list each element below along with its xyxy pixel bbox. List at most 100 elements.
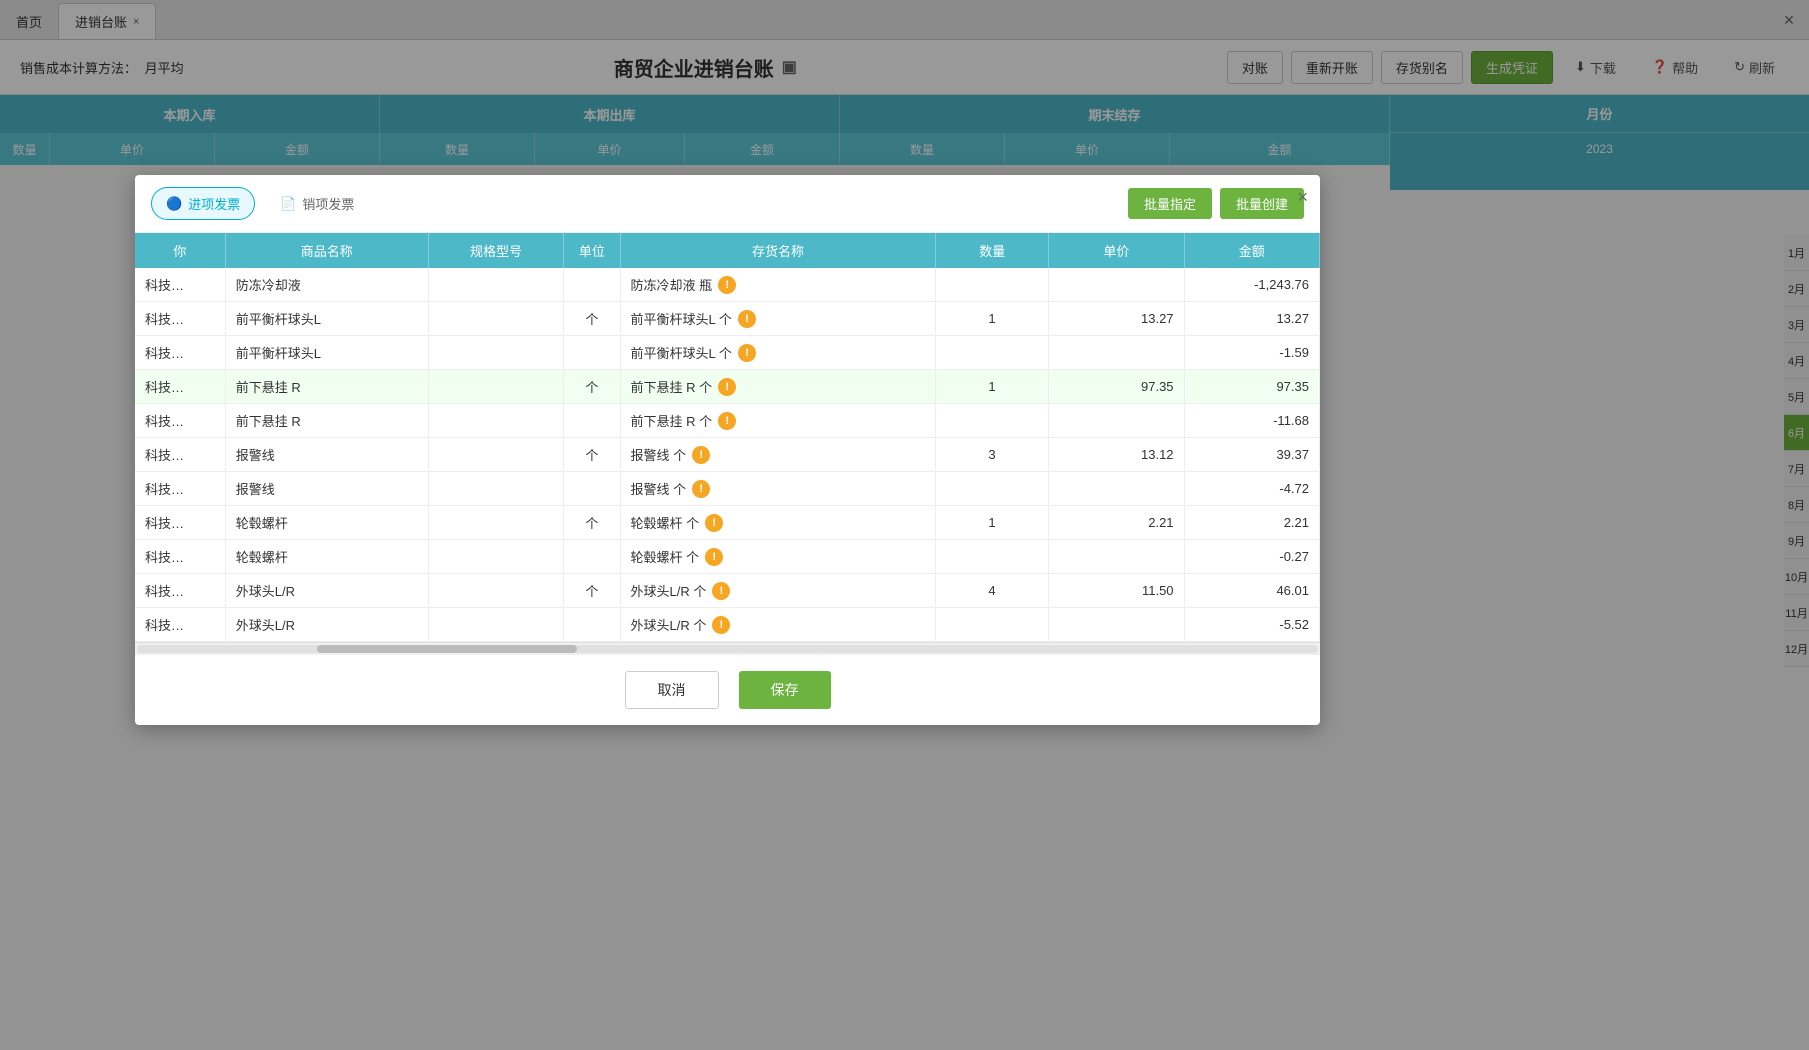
table-cell: 2.21: [1184, 506, 1319, 540]
table-cell: [564, 608, 620, 642]
table-cell: 轮毂螺杆: [225, 506, 428, 540]
inventory-name-cell: 轮毂螺杆 个!: [621, 506, 936, 539]
table-cell: [428, 370, 563, 404]
table-cell: 报警线: [225, 438, 428, 472]
table-cell: [428, 506, 563, 540]
th-amount: 金额: [1184, 233, 1319, 268]
table-cell: -0.27: [1184, 540, 1319, 574]
table-row: 科技…前平衡杆球头L前平衡杆球头L 个!-1.59: [135, 336, 1320, 370]
th-quantity: 数量: [936, 233, 1049, 268]
table-cell: 轮毂螺杆: [225, 540, 428, 574]
inventory-name-cell: 防冻冷却液 瓶!: [621, 268, 936, 301]
table-row: 科技…报警线个报警线 个!313.1239.37: [135, 438, 1320, 472]
table-row: 科技…外球头L/R外球头L/R 个!-5.52: [135, 608, 1320, 642]
table-cell: 科技…: [135, 574, 225, 608]
table-cell: [1049, 268, 1184, 302]
warning-icon: !: [718, 412, 736, 430]
table-cell: [428, 540, 563, 574]
table-cell: -4.72: [1184, 472, 1319, 506]
table-cell: 39.37: [1184, 438, 1319, 472]
table-cell: 个: [564, 302, 620, 336]
save-button[interactable]: 保存: [739, 671, 831, 709]
modal-header: 🔵 进项发票 📄 销项发票 批量指定 批量创建 ×: [135, 175, 1320, 233]
table-cell: [1049, 472, 1184, 506]
table-cell: -1,243.76: [1184, 268, 1319, 302]
table-cell: 科技…: [135, 438, 225, 472]
table-cell: 3: [936, 438, 1049, 472]
table-cell: 前平衡杆球头L: [225, 302, 428, 336]
table-cell: [564, 404, 620, 438]
th-product-name: 商品名称: [225, 233, 428, 268]
inventory-name-cell: 前下悬挂 R 个!: [621, 404, 936, 437]
table-cell: 科技…: [135, 506, 225, 540]
table-cell: 1: [936, 302, 1049, 336]
table-cell: 13.27: [1184, 302, 1319, 336]
batch-create-button[interactable]: 批量创建: [1220, 188, 1304, 219]
tab-purchase-invoice[interactable]: 🔵 进项发票: [151, 187, 255, 220]
table-header-row: 你 商品名称 规格型号 单位 存货名称 数量 单价 金额: [135, 233, 1320, 268]
table-cell: 外球头L/R: [225, 608, 428, 642]
cancel-button[interactable]: 取消: [625, 671, 719, 709]
th-company: 你: [135, 233, 225, 268]
purchase-invoice-icon: 🔵: [166, 196, 182, 212]
table-row: 科技…外球头L/R个外球头L/R 个!411.5046.01: [135, 574, 1320, 608]
warning-icon: !: [738, 310, 756, 328]
table-cell: 个: [564, 506, 620, 540]
table-cell: [428, 268, 563, 302]
table-cell: 2.21: [1049, 506, 1184, 540]
table-cell: [1049, 540, 1184, 574]
table-cell: 个: [564, 574, 620, 608]
inventory-name-cell: 前平衡杆球头L 个!: [621, 302, 936, 335]
table-row: 科技…防冻冷却液防冻冷却液 瓶!-1,243.76: [135, 268, 1320, 302]
th-unit-price: 单价: [1049, 233, 1184, 268]
table-row: 科技…前下悬挂 R个前下悬挂 R 个!197.3597.35: [135, 370, 1320, 404]
table-cell: 外球头L/R: [225, 574, 428, 608]
tab-sales-invoice[interactable]: 📄 销项发票: [265, 187, 369, 220]
table-cell: [936, 404, 1049, 438]
table-row: 科技…前下悬挂 R前下悬挂 R 个!-11.68: [135, 404, 1320, 438]
modal-scrollbar[interactable]: [135, 642, 1320, 654]
warning-icon: !: [705, 514, 723, 532]
table-cell: [1049, 404, 1184, 438]
table-cell: [936, 472, 1049, 506]
inventory-name-cell: 轮毂螺杆 个!: [621, 540, 936, 573]
table-cell: 46.01: [1184, 574, 1319, 608]
inventory-name-cell: 报警线 个!: [621, 472, 936, 505]
modal-footer: 取消 保存: [135, 654, 1320, 725]
table-row: 科技…前平衡杆球头L个前平衡杆球头L 个!113.2713.27: [135, 302, 1320, 336]
warning-icon: !: [718, 378, 736, 396]
table-cell: [428, 302, 563, 336]
invoice-table: 你 商品名称 规格型号 单位 存货名称 数量 单价 金额 科技…防冻冷却液防冻冷…: [135, 233, 1320, 642]
table-cell: 11.50: [1049, 574, 1184, 608]
modal-close-button[interactable]: ×: [1297, 187, 1308, 208]
th-inventory-name: 存货名称: [620, 233, 936, 268]
scrollbar-thumb[interactable]: [317, 645, 577, 653]
inventory-name-cell: 外球头L/R 个!: [621, 608, 936, 641]
table-cell: [428, 608, 563, 642]
inventory-name-cell: 报警线 个!: [621, 438, 936, 471]
inventory-name-cell: 前平衡杆球头L 个!: [621, 336, 936, 369]
table-cell: [564, 472, 620, 506]
warning-icon: !: [692, 480, 710, 498]
table-row: 科技…报警线报警线 个!-4.72: [135, 472, 1320, 506]
table-cell: 前下悬挂 R: [225, 370, 428, 404]
batch-assign-button[interactable]: 批量指定: [1128, 188, 1212, 219]
table-cell: 报警线: [225, 472, 428, 506]
table-cell: 前下悬挂 R: [225, 404, 428, 438]
sales-invoice-icon: 📄: [280, 196, 296, 212]
table-cell: [936, 608, 1049, 642]
table-cell: 科技…: [135, 608, 225, 642]
table-row: 科技…轮毂螺杆轮毂螺杆 个!-0.27: [135, 540, 1320, 574]
table-cell: 科技…: [135, 404, 225, 438]
table-cell: [1049, 608, 1184, 642]
table-cell: 前平衡杆球头L: [225, 336, 428, 370]
table-cell: 13.12: [1049, 438, 1184, 472]
table-cell: 97.35: [1184, 370, 1319, 404]
modal-table-wrapper[interactable]: 你 商品名称 规格型号 单位 存货名称 数量 单价 金额 科技…防冻冷却液防冻冷…: [135, 233, 1320, 642]
modal-dialog: 🔵 进项发票 📄 销项发票 批量指定 批量创建 × 你 商品名称 规格型号 单位…: [135, 175, 1320, 725]
scrollbar-track: [137, 645, 1318, 653]
warning-icon: !: [712, 616, 730, 634]
table-cell: 4: [936, 574, 1049, 608]
warning-icon: !: [705, 548, 723, 566]
table-cell: 1: [936, 370, 1049, 404]
